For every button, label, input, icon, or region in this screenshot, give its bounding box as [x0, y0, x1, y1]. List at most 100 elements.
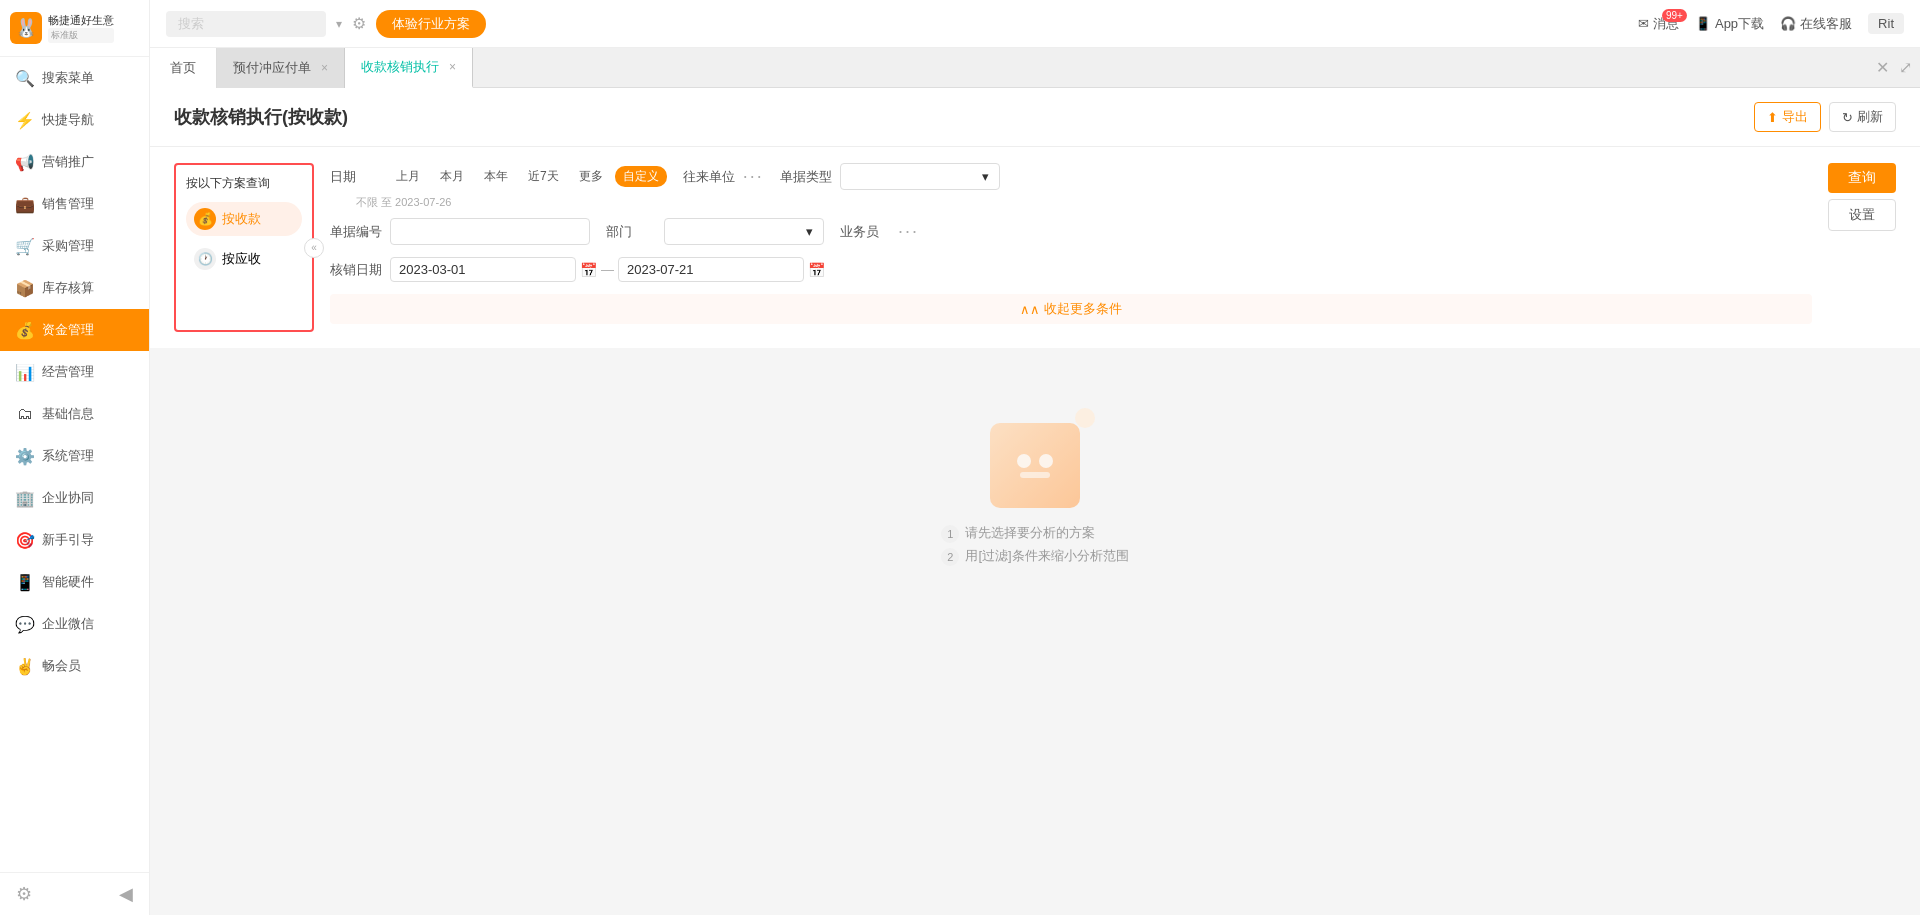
- refresh-button[interactable]: ↻ 刷新: [1829, 102, 1896, 132]
- date-btn-last-month[interactable]: 上月: [388, 165, 428, 188]
- doc-type-label: 单据类型: [780, 168, 832, 186]
- sidebar-item-marketing[interactable]: 📢 营销推广: [0, 141, 149, 183]
- write-off-date-start-input[interactable]: [390, 257, 576, 282]
- query-button[interactable]: 查询: [1828, 163, 1896, 193]
- settings-button[interactable]: 设置: [1828, 199, 1896, 231]
- topbar-chevron-icon[interactable]: ▾: [336, 17, 342, 31]
- date-btn-this-month[interactable]: 本月: [432, 165, 472, 188]
- date-btn-more[interactable]: 更多: [571, 165, 611, 188]
- hint-num-1: 1: [941, 525, 959, 543]
- chevron-down-icon: ▾: [982, 169, 989, 184]
- calendar-start-icon[interactable]: 📅: [580, 262, 597, 278]
- staff-dots[interactable]: ···: [898, 221, 919, 242]
- topbar-message[interactable]: ✉ 消息 99+: [1638, 15, 1679, 33]
- topbar: 搜索 ▾ ⚙ 体验行业方案 ✉ 消息 99+ 📱 App下载 🎧 在线客服 Ri…: [150, 0, 1920, 48]
- hint-item-2: 2 用[过滤]条件来缩小分析范围: [941, 547, 1128, 566]
- logo-badge: 标准版: [48, 28, 114, 43]
- sidebar-collapse-icon[interactable]: ◀: [119, 883, 133, 905]
- counterparty-label: 往来单位: [683, 168, 735, 186]
- sidebar-item-sales[interactable]: 💼 销售管理: [0, 183, 149, 225]
- sidebar-item-label: 资金管理: [42, 321, 94, 339]
- logo-icon: 🐰: [10, 12, 42, 44]
- operations-icon: 📊: [16, 363, 34, 381]
- tab-close-all-icon[interactable]: ✕: [1876, 58, 1889, 77]
- sidebar-item-operations[interactable]: 📊 经营管理: [0, 351, 149, 393]
- sidebar-settings-icon[interactable]: ⚙: [16, 883, 32, 905]
- filter-form: 日期 上月 本月 本年 近7天 更多 自定义: [330, 163, 1896, 332]
- tab-prepay[interactable]: 预付冲应付单 ×: [217, 48, 345, 88]
- hint-text-2: 用[过滤]条件来缩小分析范围: [965, 547, 1128, 565]
- sidebar-item-label: 基础信息: [42, 405, 94, 423]
- by-receivable-label: 按应收: [222, 250, 261, 268]
- collapse-conditions-btn[interactable]: ∧∧ 收起更多条件: [330, 294, 1812, 324]
- topbar-search[interactable]: 搜索: [166, 11, 326, 37]
- dept-label: 部门: [606, 223, 656, 241]
- calendar-end-icon[interactable]: 📅: [808, 262, 825, 278]
- tab-receipts-label: 收款核销执行: [361, 58, 439, 76]
- tab-home-label: 首页: [170, 59, 196, 77]
- tab-expand-icon[interactable]: ⤢: [1899, 58, 1912, 77]
- industry-btn[interactable]: 体验行业方案: [376, 10, 486, 38]
- tab-prepay-close-icon[interactable]: ×: [321, 61, 328, 75]
- refresh-icon: ↻: [1842, 110, 1853, 125]
- export-button[interactable]: ⬆ 导出: [1754, 102, 1821, 132]
- date-btn-custom[interactable]: 自定义: [615, 166, 667, 187]
- sidebar-item-quick-nav[interactable]: ⚡ 快捷导航: [0, 99, 149, 141]
- by-receipt-label: 按收款: [222, 210, 261, 228]
- doc-number-input[interactable]: [390, 218, 590, 245]
- sidebar-item-system[interactable]: ⚙️ 系统管理: [0, 435, 149, 477]
- write-off-date-end-input[interactable]: [618, 257, 804, 282]
- sidebar-item-guide[interactable]: 🎯 新手引导: [0, 519, 149, 561]
- filter-option-by-receivable[interactable]: 🕐 按应收: [186, 242, 302, 276]
- topbar-user[interactable]: Rit: [1868, 13, 1904, 34]
- sidebar-item-wechat[interactable]: 💬 企业微信: [0, 603, 149, 645]
- smart-hardware-icon: 📱: [16, 573, 34, 591]
- no-limit-text: 不限 至 2023-07-26: [356, 196, 451, 208]
- filter-option-by-receipt[interactable]: 💰 按收款: [186, 202, 302, 236]
- filter-row-3: 核销日期 📅 — 📅: [330, 257, 1812, 282]
- staff-label: 业务员: [840, 223, 890, 241]
- finance-icon: 💰: [16, 321, 34, 339]
- sidebar-item-search-menu[interactable]: 🔍 搜索菜单: [0, 57, 149, 99]
- filter-panel-title: 按以下方案查询: [186, 175, 302, 192]
- doc-type-filter-item: 单据类型 ▾: [780, 163, 1000, 190]
- tab-home[interactable]: 首页: [150, 48, 217, 88]
- sidebar-nav: 🔍 搜索菜单 ⚡ 快捷导航 📢 营销推广 💼 销售管理 🛒 采购管理 📦 库存核…: [0, 57, 149, 872]
- sidebar-item-member[interactable]: ✌ 畅会员: [0, 645, 149, 687]
- message-icon: ✉: [1638, 16, 1649, 31]
- tab-receipts-close-icon[interactable]: ×: [449, 60, 456, 74]
- empty-state: 1 请先选择要分析的方案 2 用[过滤]条件来缩小分析范围: [150, 348, 1920, 626]
- service-label: 在线客服: [1800, 15, 1852, 33]
- date-btn-this-year[interactable]: 本年: [476, 165, 516, 188]
- sidebar: 🐰 畅捷通好生意 标准版 🔍 搜索菜单 ⚡ 快捷导航 📢 营销推广 💼 销售管理…: [0, 0, 150, 915]
- filter-row-1: 日期 上月 本月 本年 近7天 更多 自定义: [330, 163, 1812, 190]
- doc-type-select[interactable]: ▾: [840, 163, 1000, 190]
- tab-receipts[interactable]: 收款核销执行 ×: [345, 48, 473, 88]
- sidebar-item-inventory[interactable]: 📦 库存核算: [0, 267, 149, 309]
- date-btn-7-days[interactable]: 近7天: [520, 165, 567, 188]
- sidebar-item-finance[interactable]: 💰 资金管理: [0, 309, 149, 351]
- sidebar-item-basic-info[interactable]: 🗂 基础信息: [0, 393, 149, 435]
- doc-number-label: 单据编号: [330, 223, 382, 241]
- filter-panel-collapse[interactable]: «: [304, 238, 324, 258]
- basic-info-icon: 🗂: [16, 405, 34, 423]
- topbar-gear-icon[interactable]: ⚙: [352, 14, 366, 33]
- dept-select[interactable]: ▾: [664, 218, 824, 245]
- sidebar-logo: 🐰 畅捷通好生意 标准版: [0, 0, 149, 57]
- purchase-icon: 🛒: [16, 237, 34, 255]
- staff-filter-item: 业务员 ···: [840, 221, 919, 242]
- hint-item-1: 1 请先选择要分析的方案: [941, 524, 1128, 543]
- sidebar-item-purchase[interactable]: 🛒 采购管理: [0, 225, 149, 267]
- topbar-app-download[interactable]: 📱 App下载: [1695, 15, 1764, 33]
- enterprise-icon: 🏢: [16, 489, 34, 507]
- sidebar-item-label: 搜索菜单: [42, 69, 94, 87]
- filter-row-2: 单据编号 部门 ▾ 业务员: [330, 218, 1812, 245]
- sidebar-item-label: 库存核算: [42, 279, 94, 297]
- sidebar-item-enterprise[interactable]: 🏢 企业协同: [0, 477, 149, 519]
- page-content: 收款核销执行(按收款) ⬆ 导出 ↻ 刷新 按以下方案查询 💰 按收款: [150, 88, 1920, 915]
- sidebar-item-smart-hardware[interactable]: 📱 智能硬件: [0, 561, 149, 603]
- topbar-service[interactable]: 🎧 在线客服: [1780, 15, 1852, 33]
- page-header: 收款核销执行(按收款) ⬆ 导出 ↻ 刷新: [150, 88, 1920, 147]
- logo-text-group: 畅捷通好生意 标准版: [48, 13, 114, 42]
- counterparty-dots[interactable]: ···: [743, 166, 764, 187]
